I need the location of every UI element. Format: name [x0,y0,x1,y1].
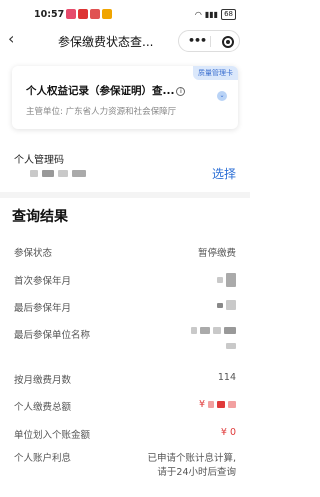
app-notification-icon [102,9,112,19]
personal-code-label: 个人管理码 [14,155,64,166]
row-label: 个人账户利息 [14,453,72,464]
section-divider [0,192,250,198]
row-value-redacted [217,273,236,287]
redacted-mark [191,327,197,334]
service-card[interactable]: 质量管理卡 个人权益记录（参保证明）查... i 主管单位: 广东省人力资源和社会… [12,66,238,129]
row-label: 按月缴费月数 [14,375,72,386]
app-notification-icon [78,9,88,19]
result-row: 单位划入个账金额 ¥ 0 [14,427,236,441]
authority-value: 广东省人力资源和社会保障厅 [65,107,177,117]
personal-code-value [30,170,86,177]
result-row: 个人缴费总额 ¥ [14,399,236,413]
row-label: 个人缴费总额 [14,402,72,413]
card-title: 个人权益记录（参保证明）查... i [26,83,186,98]
redacted-mark [58,170,68,177]
redacted-mark [213,327,221,334]
redacted-mark [226,300,236,310]
battery-level: 68 [224,10,233,18]
redacted-mark [217,401,225,408]
quality-badge: 质量管理卡 [193,66,238,80]
row-value: 暂停缴费 [197,248,236,259]
app-notification-icon [66,9,76,19]
redacted-mark [200,327,210,334]
card-title-text: 个人权益记录（参保证明）查... [26,85,175,97]
results-title: 查询结果 [12,209,68,225]
card-authority: 主管单位: 广东省人力资源和社会保障厅 [26,105,176,117]
row-label: 首次参保年月 [14,276,72,287]
battery-icon: 68 [221,9,236,20]
target-icon[interactable] [222,36,234,48]
result-row: 参保状态 暂停缴费 [14,245,236,259]
result-row: 最后参保单位名称 [14,327,236,341]
redacted-mark [30,170,38,177]
result-row: 按月缴费月数 114 [14,372,236,386]
result-row: 首次参保年月 [14,273,236,287]
redacted-mark [224,327,236,334]
row-value: ¥ 0 [220,427,236,438]
authority-label: 主管单位: [26,107,63,117]
row-value-redacted [217,300,236,310]
row-value-line: 请于24小时后查询 [157,467,236,478]
redacted-mark [72,170,86,177]
row-value-line: 已申请个账计息计算, [147,453,236,464]
page-title: 参保缴费状态查... [58,35,154,49]
currency-symbol: ¥ [198,399,205,410]
redacted-mark [226,273,236,287]
redacted-mark [208,401,214,408]
row-label: 最后参保单位名称 [14,330,91,341]
row-value: 114 [217,372,236,383]
row-label: 单位划入个账金额 [14,430,91,441]
status-bar: 10:57 ◠ ▮▮▮ 68 [0,0,250,22]
info-icon[interactable]: i [176,86,186,96]
row-value-redacted [191,327,236,334]
mini-program-capsule: ••• [178,30,240,52]
signal-icon: ▮▮▮ [204,10,219,19]
more-dots-icon[interactable]: ••• [188,34,207,47]
result-row: 最后参保年月 [14,300,236,314]
row-value-amount: ¥ [199,399,236,410]
chevron-down-icon[interactable]: ⌄ [217,91,227,101]
nav-bar: ‹ 参保缴费状态查... ••• [0,22,250,58]
capsule-divider [210,36,211,47]
chevron-left-icon[interactable]: ‹ [8,29,14,48]
redacted-mark [226,343,236,349]
redacted-mark [217,302,223,308]
redacted-mark [228,401,236,408]
row-value: 已申请个账计息计算, 请于24小时后查询 [147,452,236,480]
wifi-icon: ◠ [194,10,202,19]
app-notification-icon [90,9,100,19]
redacted-mark [217,277,223,283]
notification-icons [66,9,112,19]
row-label: 参保状态 [14,248,53,259]
status-time: 10:57 [34,9,65,20]
result-row: 个人账户利息 已申请个账计息计算, 请于24小时后查询 [14,452,236,478]
row-value-redacted [226,343,236,349]
status-right: ◠ ▮▮▮ 68 [195,9,236,20]
redacted-mark [42,170,54,177]
select-button[interactable]: 选择 [212,165,236,182]
row-label: 最后参保年月 [14,303,72,314]
